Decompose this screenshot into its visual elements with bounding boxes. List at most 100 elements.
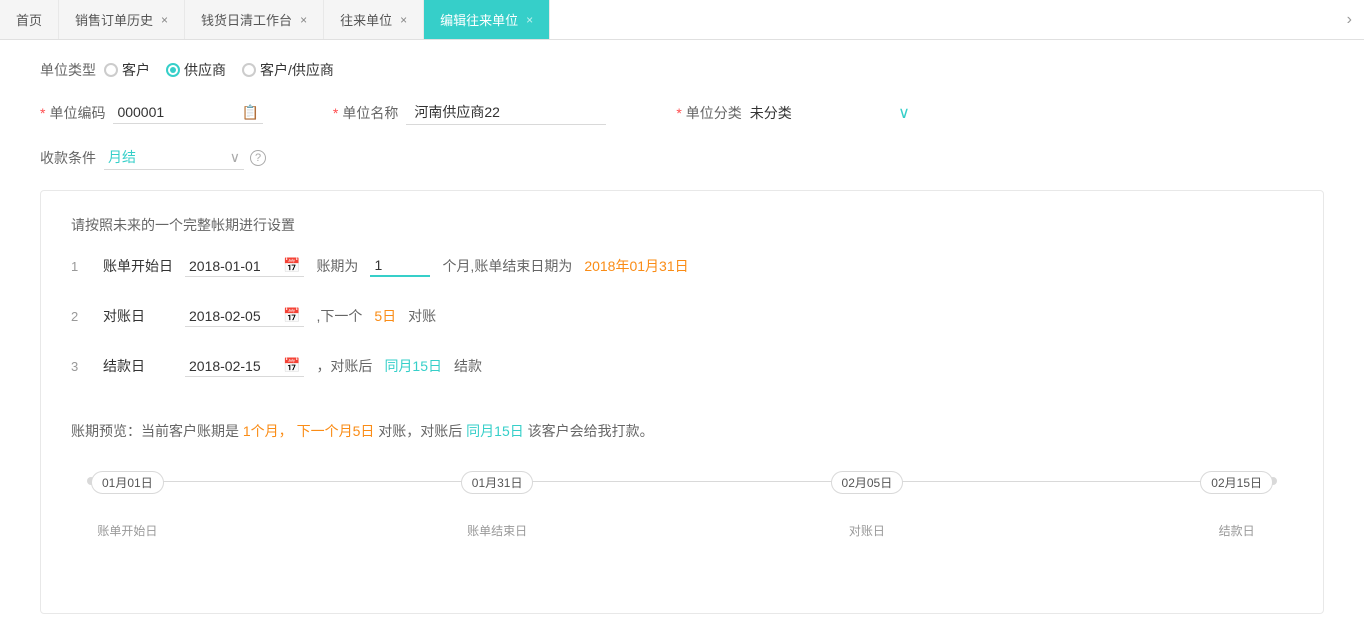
radio-both-label: 客户/供应商 — [260, 60, 334, 80]
unit-name-star: * — [333, 105, 338, 121]
tab-partner-label: 往来单位 — [340, 10, 392, 29]
unit-code-group: * 单位编码 📋 — [40, 102, 263, 124]
timeline-point-4: 02月15日 结款日 — [1200, 471, 1273, 539]
tab-cash-work-close[interactable]: × — [300, 14, 307, 26]
settings-panel: 请按照未来的一个完整帐期进行设置 1 账单开始日 📅 账期为 个月,账单结束日期… — [40, 190, 1324, 614]
payment-terms-label: 收款条件 — [40, 148, 96, 168]
unit-info-row: * 单位编码 📋 * 单位名称 * 单位分类 未分类 ∨ — [40, 100, 1324, 125]
radio-customer-label: 客户 — [122, 60, 150, 80]
radio-supplier[interactable]: 供应商 — [166, 60, 226, 80]
row-3-label: 结款日 — [103, 356, 173, 376]
unit-name-input[interactable] — [406, 100, 606, 125]
tab-cash-work-label: 钱货日清工作台 — [201, 10, 292, 29]
row-2-date-input: 📅 — [185, 305, 304, 327]
preview-section: 账期预览：当前客户账期是 1个月， 下一个月5日 对账，对账后 同月15日 该客… — [71, 405, 1293, 589]
tab-edit-partner-label: 编辑往来单位 — [440, 10, 518, 29]
unit-code-label: 单位编码 — [49, 103, 105, 123]
payment-terms-value: 月结 — [108, 147, 226, 167]
row-1-period-label: 账期为 — [316, 256, 358, 276]
preview-part1: 1个月， — [243, 423, 293, 439]
row-2-calendar-icon[interactable]: 📅 — [283, 307, 300, 324]
row-3-date-field[interactable] — [189, 358, 279, 374]
row-2-highlight: 5日 — [374, 306, 396, 326]
timeline-badge-2: 01月31日 — [461, 471, 534, 494]
unit-code-input-wrapper: 📋 — [113, 102, 262, 124]
unit-code-star: * — [40, 105, 45, 121]
row-3-date-input: 📅 — [185, 355, 304, 377]
timeline-point-3: 02月05日 对账日 — [831, 471, 904, 539]
radio-supplier-circle — [166, 63, 180, 77]
main-content: 单位类型 客户 供应商 客户/供应商 * 单位编码 — [0, 40, 1364, 634]
setting-row-2: 2 对账日 📅 ,下一个 5日 对账 — [71, 305, 1293, 327]
unit-category-value: 未分类 — [750, 103, 890, 123]
row-1-num: 1 — [71, 259, 91, 274]
timeline: 01月01日 账单开始日 01月31日 账单结束日 02月05日 对账日 02月… — [71, 461, 1293, 579]
row-1-date-field[interactable] — [189, 258, 279, 274]
payment-terms-group: 收款条件 月结 ∨ ? — [40, 145, 266, 170]
setting-row-3: 3 结款日 📅 ，对账后 同月15日 结款 — [71, 355, 1293, 377]
row-1-end-date: 2018年01月31日 — [584, 256, 688, 276]
timeline-label-1: 账单开始日 — [97, 522, 157, 539]
tab-edit-partner[interactable]: 编辑往来单位 × — [424, 0, 550, 39]
row-3-desc-prefix: ，对账后 — [316, 356, 372, 376]
preview-end: 该客户会给我打款。 — [528, 423, 654, 439]
radio-both[interactable]: 客户/供应商 — [242, 60, 334, 80]
row-2-desc-prefix: ,下一个 — [316, 306, 362, 326]
unit-name-label: 单位名称 — [342, 103, 398, 123]
tab-sales-history[interactable]: 销售订单历史 × — [59, 0, 185, 39]
tab-home[interactable]: 首页 — [0, 0, 59, 39]
row-2-label: 对账日 — [103, 306, 173, 326]
unit-category-group: * 单位分类 未分类 ∨ — [676, 103, 909, 123]
row-1-months-text: 个月,账单结束日期为 — [442, 256, 572, 276]
payment-terms-help[interactable]: ? — [250, 150, 266, 166]
row-3-num: 3 — [71, 359, 91, 374]
timeline-label-2: 账单结束日 — [467, 522, 527, 539]
row-2-desc-suffix: 对账 — [408, 306, 436, 326]
payment-terms-arrow[interactable]: ∨ — [230, 149, 240, 166]
row-1-label: 账单开始日 — [103, 256, 173, 276]
preview-label: 账期预览：当前客户账期是 — [71, 423, 239, 439]
row-2-num: 2 — [71, 309, 91, 324]
preview-mid: 对账，对账后 — [378, 423, 462, 439]
tab-partner[interactable]: 往来单位 × — [324, 0, 424, 39]
tab-sales-history-close[interactable]: × — [161, 14, 168, 26]
unit-category-arrow[interactable]: ∨ — [898, 103, 910, 123]
row-3-calendar-icon[interactable]: 📅 — [283, 357, 300, 374]
preview-text: 账期预览：当前客户账期是 1个月， 下一个月5日 对账，对账后 同月15日 该客… — [71, 421, 1293, 441]
timeline-badge-4: 02月15日 — [1200, 471, 1273, 494]
tab-bar: 首页 销售订单历史 × 钱货日清工作台 × 往来单位 × 编辑往来单位 × › — [0, 0, 1364, 40]
tab-sales-history-label: 销售订单历史 — [75, 10, 153, 29]
payment-terms-row: 收款条件 月结 ∨ ? — [40, 145, 1324, 170]
preview-part3: 同月15日 — [466, 423, 524, 439]
unit-name-group: * 单位名称 — [333, 100, 606, 125]
radio-supplier-label: 供应商 — [184, 60, 226, 80]
unit-category-star: * — [676, 105, 681, 121]
timeline-points: 01月01日 账单开始日 01月31日 账单结束日 02月05日 对账日 02月… — [91, 471, 1273, 539]
row-2-date-field[interactable] — [189, 308, 279, 324]
tab-home-label: 首页 — [16, 10, 42, 29]
tab-partner-close[interactable]: × — [400, 14, 407, 26]
timeline-label-4: 结款日 — [1219, 522, 1255, 539]
tab-cash-work[interactable]: 钱货日清工作台 × — [185, 0, 324, 39]
timeline-badge-3: 02月05日 — [831, 471, 904, 494]
tab-more-button[interactable]: › — [1335, 0, 1364, 39]
row-1-date-input: 📅 — [185, 255, 304, 277]
unit-type-row: 单位类型 客户 供应商 客户/供应商 — [40, 60, 1324, 80]
unit-type-label: 单位类型 — [40, 60, 96, 80]
timeline-label-3: 对账日 — [849, 522, 885, 539]
unit-code-input[interactable] — [117, 104, 237, 120]
row-3-highlight: 同月15日 — [384, 356, 442, 376]
timeline-point-2: 01月31日 账单结束日 — [461, 471, 534, 539]
period-input[interactable] — [370, 255, 430, 277]
row-3-desc-suffix: 结款 — [454, 356, 482, 376]
preview-part2: 下一个月5日 — [297, 423, 375, 439]
payment-terms-select[interactable]: 月结 ∨ — [104, 145, 244, 170]
radio-customer-circle — [104, 63, 118, 77]
radio-customer[interactable]: 客户 — [104, 60, 150, 80]
row-1-calendar-icon[interactable]: 📅 — [283, 257, 300, 274]
panel-title: 请按照未来的一个完整帐期进行设置 — [71, 215, 1293, 235]
timeline-badge-1: 01月01日 — [91, 471, 164, 494]
unit-code-copy-icon[interactable]: 📋 — [241, 104, 258, 121]
tab-edit-partner-close[interactable]: × — [526, 14, 533, 26]
unit-category-dropdown[interactable]: 未分类 ∨ — [750, 103, 910, 123]
